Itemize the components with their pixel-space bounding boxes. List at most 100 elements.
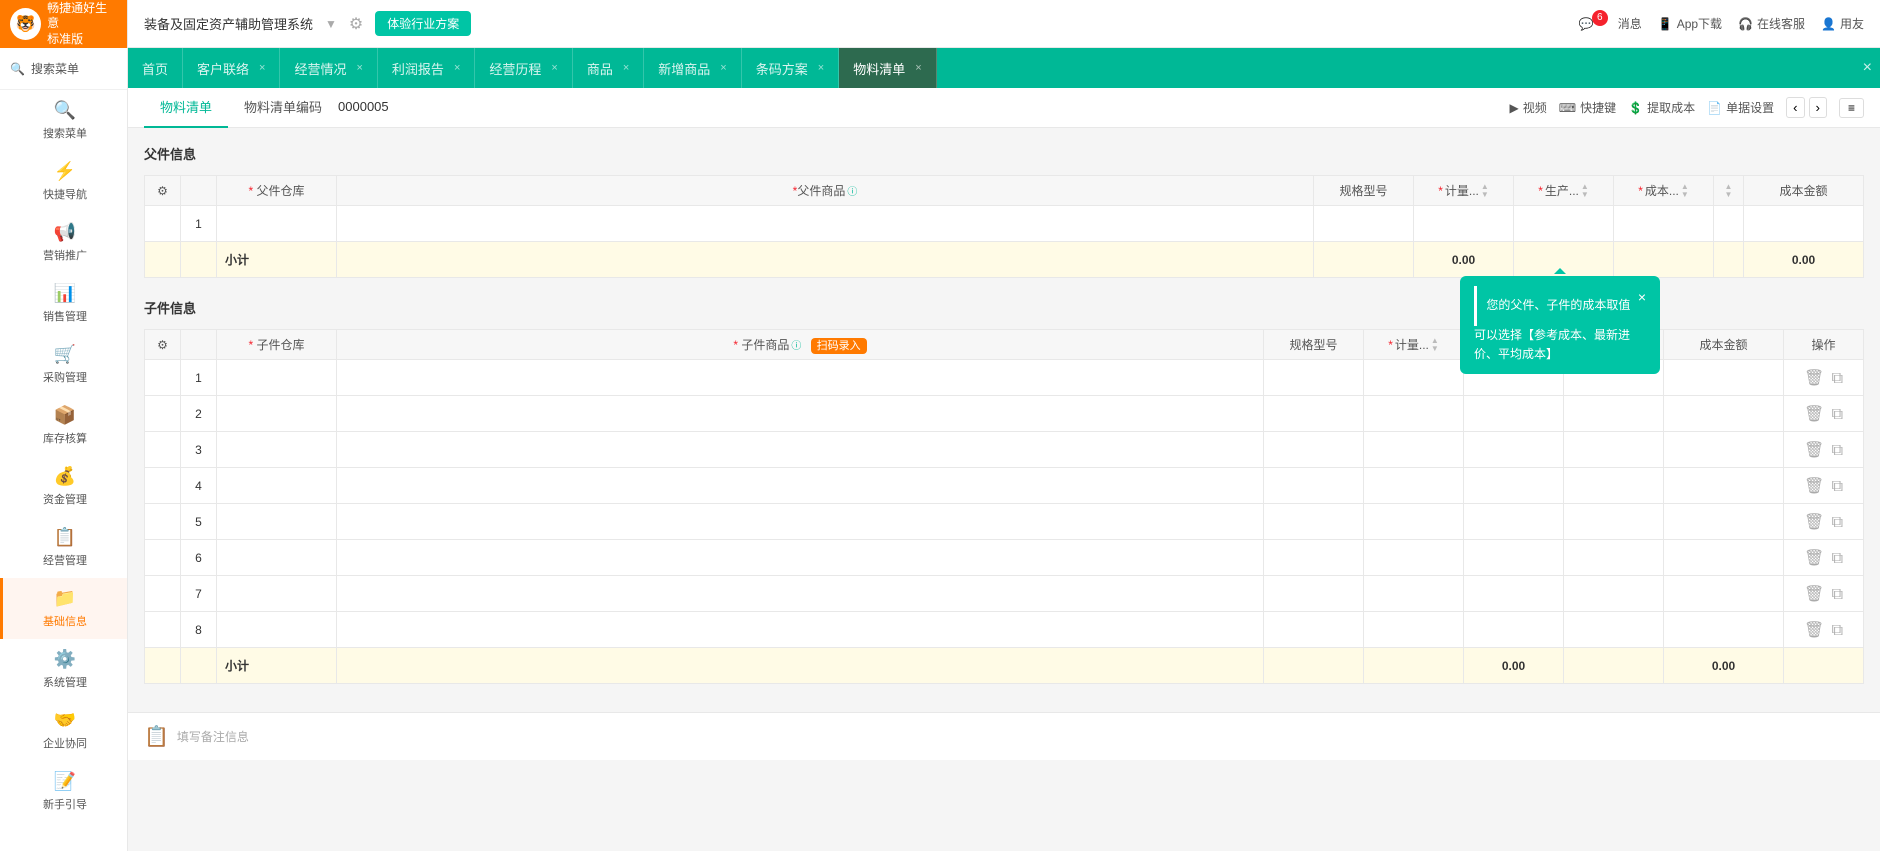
sidebar-item-finance[interactable]: 💰资金管理 xyxy=(0,456,127,517)
copy-icon-2[interactable]: ⧉ xyxy=(1832,406,1843,423)
child-row4-spec[interactable] xyxy=(1264,468,1364,504)
child-row3-measure[interactable] xyxy=(1364,432,1464,468)
child-row2-unitcost[interactable] xyxy=(1564,396,1664,432)
child-row6-qty[interactable] xyxy=(1464,540,1564,576)
delete-icon-2[interactable]: 🗑 xyxy=(1804,406,1824,423)
nav-tab-customer[interactable]: 客户联络× xyxy=(183,48,280,88)
child-row6-spec[interactable] xyxy=(1264,540,1364,576)
child-row2-spec[interactable] xyxy=(1264,396,1364,432)
next-btn[interactable]: › xyxy=(1809,97,1827,118)
nav-tab-profit-report[interactable]: 利润报告× xyxy=(378,48,475,88)
child-row2-warehouse[interactable] xyxy=(217,396,337,432)
child-row7-measure[interactable] xyxy=(1364,576,1464,612)
user-btn[interactable]: 👤 用友 xyxy=(1821,15,1864,32)
child-row7-qty[interactable] xyxy=(1464,576,1564,612)
child-row7-unitcost[interactable] xyxy=(1564,576,1664,612)
child-row8-warehouse[interactable] xyxy=(217,612,337,648)
child-row5-qty[interactable] xyxy=(1464,504,1564,540)
nav-tab-close-new-product[interactable]: × xyxy=(720,62,726,74)
nav-tab-close-material-list[interactable]: × xyxy=(915,62,921,74)
sidebar-item-sales[interactable]: 📊销售管理 xyxy=(0,273,127,334)
nav-tab-business-history[interactable]: 经营历程× xyxy=(475,48,572,88)
child-row7-warehouse[interactable] xyxy=(217,576,337,612)
copy-icon-5[interactable]: ⧉ xyxy=(1832,514,1843,531)
tooltip-close-btn[interactable]: × xyxy=(1638,286,1646,308)
child-row5-measure[interactable] xyxy=(1364,504,1464,540)
child-row2-product[interactable] xyxy=(337,396,1264,432)
delete-icon-6[interactable]: 🗑 xyxy=(1804,550,1824,567)
child-row5-warehouse[interactable] xyxy=(217,504,337,540)
child-row3-warehouse[interactable] xyxy=(217,432,337,468)
nav-tab-product[interactable]: 商品× xyxy=(573,48,644,88)
video-btn[interactable]: ▶ 视频 xyxy=(1510,99,1547,116)
nav-tab-close-customer[interactable]: × xyxy=(259,62,265,74)
child-row8-qty[interactable] xyxy=(1464,612,1564,648)
online-service-btn[interactable]: 🎧 在线客服 xyxy=(1738,15,1805,32)
delete-icon-1[interactable]: 🗑 xyxy=(1804,370,1824,387)
scan-badge[interactable]: 扫码录入 xyxy=(811,338,867,354)
copy-icon-8[interactable]: ⧉ xyxy=(1832,622,1843,639)
view-toggle-btn[interactable]: ≡ xyxy=(1839,98,1864,118)
nav-tab-close-business-status[interactable]: × xyxy=(356,62,362,74)
extract-cost-btn[interactable]: 💲 提取成本 xyxy=(1628,99,1695,116)
child-row2-qty[interactable] xyxy=(1464,396,1564,432)
parent-row1-product[interactable] xyxy=(337,206,1314,242)
child-row8-measure[interactable] xyxy=(1364,612,1464,648)
child-row7-product[interactable] xyxy=(337,576,1264,612)
nav-tab-close-barcode[interactable]: × xyxy=(818,62,824,74)
sub-tab-material-list[interactable]: 物料清单 xyxy=(144,88,228,128)
child-row4-unitcost[interactable] xyxy=(1564,468,1664,504)
copy-icon-6[interactable]: ⧉ xyxy=(1832,550,1843,567)
sidebar-item-marketing[interactable]: 📢营销推广 xyxy=(0,212,127,273)
child-row8-spec[interactable] xyxy=(1264,612,1364,648)
app-download-btn[interactable]: 📱 App下载 xyxy=(1658,15,1722,32)
delete-icon-5[interactable]: 🗑 xyxy=(1804,514,1824,531)
child-row3-qty[interactable] xyxy=(1464,432,1564,468)
nav-tabs-end-close[interactable]: × xyxy=(1855,59,1880,77)
child-row3-unitcost[interactable] xyxy=(1564,432,1664,468)
child-col-settings[interactable]: ⚙ xyxy=(145,330,181,360)
note-label[interactable]: 填写备注信息 xyxy=(177,728,249,745)
child-row7-spec[interactable] xyxy=(1264,576,1364,612)
child-row8-unitcost[interactable] xyxy=(1564,612,1664,648)
sidebar-item-purchase[interactable]: 🛒采购管理 xyxy=(0,334,127,395)
nav-tab-close-business-history[interactable]: × xyxy=(551,62,557,74)
sidebar-item-quick-nav[interactable]: ⚡快捷导航 xyxy=(0,151,127,212)
nav-tab-close-product[interactable]: × xyxy=(623,62,629,74)
child-row1-product[interactable] xyxy=(337,360,1264,396)
child-row1-spec[interactable] xyxy=(1264,360,1364,396)
search-menu-button[interactable]: 🔍 搜索菜单 xyxy=(10,56,117,81)
child-row5-spec[interactable] xyxy=(1264,504,1364,540)
child-row5-product[interactable] xyxy=(337,504,1264,540)
child-row1-measure[interactable] xyxy=(1364,360,1464,396)
child-row6-product[interactable] xyxy=(337,540,1264,576)
nav-tab-business-status[interactable]: 经营情况× xyxy=(280,48,377,88)
delete-icon-7[interactable]: 🗑 xyxy=(1804,586,1824,603)
prev-btn[interactable]: ‹ xyxy=(1786,97,1804,118)
dropdown-icon[interactable]: ▼ xyxy=(325,17,337,31)
nav-tab-barcode[interactable]: 条码方案× xyxy=(742,48,839,88)
child-row5-unitcost[interactable] xyxy=(1564,504,1664,540)
message-btn[interactable]: 💬 6 消息 xyxy=(1579,15,1642,32)
child-row4-product[interactable] xyxy=(337,468,1264,504)
nav-tab-close-profit-report[interactable]: × xyxy=(454,62,460,74)
settings-icon[interactable]: ⚙ xyxy=(349,14,363,34)
sidebar-item-system[interactable]: ⚙️系统管理 xyxy=(0,639,127,700)
copy-icon-4[interactable]: ⧉ xyxy=(1832,478,1843,495)
nav-tab-home[interactable]: 首页 xyxy=(128,48,183,88)
parent-row1-measure[interactable] xyxy=(1414,206,1514,242)
experience-btn[interactable]: 体验行业方案 xyxy=(375,11,471,36)
sidebar-item-business[interactable]: 📋经营管理 xyxy=(0,517,127,578)
child-row4-warehouse[interactable] xyxy=(217,468,337,504)
sidebar-item-guide[interactable]: 📝新手引导 xyxy=(0,761,127,822)
sidebar-search[interactable]: 🔍 搜索菜单 xyxy=(0,48,127,90)
shortcut-btn[interactable]: ⌨ 快捷键 xyxy=(1559,99,1616,116)
single-settings-btn[interactable]: 📄 单据设置 xyxy=(1707,99,1774,116)
delete-icon-8[interactable]: 🗑 xyxy=(1804,622,1824,639)
copy-icon-3[interactable]: ⧉ xyxy=(1832,442,1843,459)
sidebar-item-base-info[interactable]: 📁基础信息 xyxy=(0,578,127,639)
child-row4-measure[interactable] xyxy=(1364,468,1464,504)
child-row1-warehouse[interactable] xyxy=(217,360,337,396)
child-row3-product[interactable] xyxy=(337,432,1264,468)
child-row6-unitcost[interactable] xyxy=(1564,540,1664,576)
